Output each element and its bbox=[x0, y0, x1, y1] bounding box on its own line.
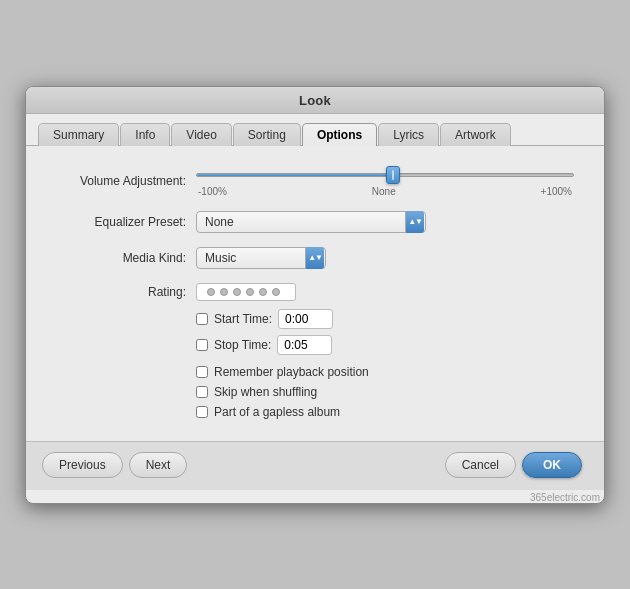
stop-time-row: Stop Time: bbox=[196, 335, 574, 355]
next-button[interactable]: Next bbox=[129, 452, 188, 478]
equalizer-label: Equalizer Preset: bbox=[56, 215, 186, 229]
volume-row: Volume Adjustment: -100% None +100% bbox=[56, 166, 574, 197]
volume-slider-container: -100% None +100% bbox=[196, 166, 574, 197]
start-time-input[interactable] bbox=[278, 309, 333, 329]
rating-dot-2 bbox=[220, 288, 228, 296]
start-time-checkbox[interactable] bbox=[196, 313, 208, 325]
previous-button[interactable]: Previous bbox=[42, 452, 123, 478]
media-kind-label: Media Kind: bbox=[56, 251, 186, 265]
gapless-album-checkbox[interactable] bbox=[196, 406, 208, 418]
ok-button[interactable]: OK bbox=[522, 452, 582, 478]
tab-sorting[interactable]: Sorting bbox=[233, 123, 301, 146]
slider-mid-label: None bbox=[372, 186, 396, 197]
equalizer-row: Equalizer Preset: None Acoustic Bass Boo… bbox=[56, 211, 574, 233]
options-content: Volume Adjustment: -100% None +100% Equa… bbox=[26, 145, 604, 441]
slider-thumb[interactable] bbox=[386, 166, 400, 184]
start-time-label: Start Time: bbox=[214, 312, 272, 326]
tab-summary[interactable]: Summary bbox=[38, 123, 119, 146]
slider-fill bbox=[197, 174, 393, 176]
main-window: Look Summary Info Video Sorting Options … bbox=[25, 86, 605, 504]
watermark: 365electric.com bbox=[26, 490, 604, 503]
slider-labels: -100% None +100% bbox=[196, 186, 574, 197]
remember-playback-checkbox[interactable] bbox=[196, 366, 208, 378]
stop-time-input[interactable] bbox=[277, 335, 332, 355]
tab-info[interactable]: Info bbox=[120, 123, 170, 146]
window-title: Look bbox=[299, 93, 331, 108]
slider-min-label: -100% bbox=[198, 186, 227, 197]
volume-label: Volume Adjustment: bbox=[56, 174, 186, 188]
rating-dot-1 bbox=[207, 288, 215, 296]
title-bar: Look bbox=[26, 87, 604, 114]
slider-max-label: +100% bbox=[541, 186, 572, 197]
rating-dot-5 bbox=[259, 288, 267, 296]
tab-options[interactable]: Options bbox=[302, 123, 377, 146]
equalizer-select-wrapper: None Acoustic Bass Booster Classical Dan… bbox=[196, 211, 426, 233]
tab-artwork[interactable]: Artwork bbox=[440, 123, 511, 146]
gapless-album-row: Part of a gapless album bbox=[196, 405, 574, 419]
skip-shuffling-row: Skip when shuffling bbox=[196, 385, 574, 399]
gapless-album-label: Part of a gapless album bbox=[214, 405, 340, 419]
tabs-bar: Summary Info Video Sorting Options Lyric… bbox=[26, 114, 604, 145]
skip-shuffling-checkbox[interactable] bbox=[196, 386, 208, 398]
bottom-bar: Previous Next Cancel OK bbox=[26, 441, 604, 490]
rating-row: Rating: bbox=[56, 283, 574, 301]
skip-shuffling-label: Skip when shuffling bbox=[214, 385, 317, 399]
stop-time-label: Stop Time: bbox=[214, 338, 271, 352]
equalizer-select[interactable]: None Acoustic Bass Booster Classical Dan… bbox=[196, 211, 426, 233]
rating-dot-3 bbox=[233, 288, 241, 296]
remember-playback-label: Remember playback position bbox=[214, 365, 369, 379]
media-kind-row: Media Kind: Music Movie TV Show Podcast … bbox=[56, 247, 574, 269]
rating-dot-4 bbox=[246, 288, 254, 296]
remember-playback-row: Remember playback position bbox=[196, 365, 574, 379]
stop-time-checkbox[interactable] bbox=[196, 339, 208, 351]
slider-bg bbox=[196, 173, 574, 177]
rating-field[interactable] bbox=[196, 283, 296, 301]
cancel-button[interactable]: Cancel bbox=[445, 452, 516, 478]
volume-slider-track[interactable] bbox=[196, 166, 574, 184]
start-time-row: Start Time: bbox=[196, 309, 574, 329]
tab-lyrics[interactable]: Lyrics bbox=[378, 123, 439, 146]
rating-dot-6 bbox=[272, 288, 280, 296]
tab-video[interactable]: Video bbox=[171, 123, 231, 146]
media-kind-select[interactable]: Music Movie TV Show Podcast iTunes U Aud… bbox=[196, 247, 326, 269]
rating-label: Rating: bbox=[56, 285, 186, 299]
media-kind-select-wrapper: Music Movie TV Show Podcast iTunes U Aud… bbox=[196, 247, 326, 269]
